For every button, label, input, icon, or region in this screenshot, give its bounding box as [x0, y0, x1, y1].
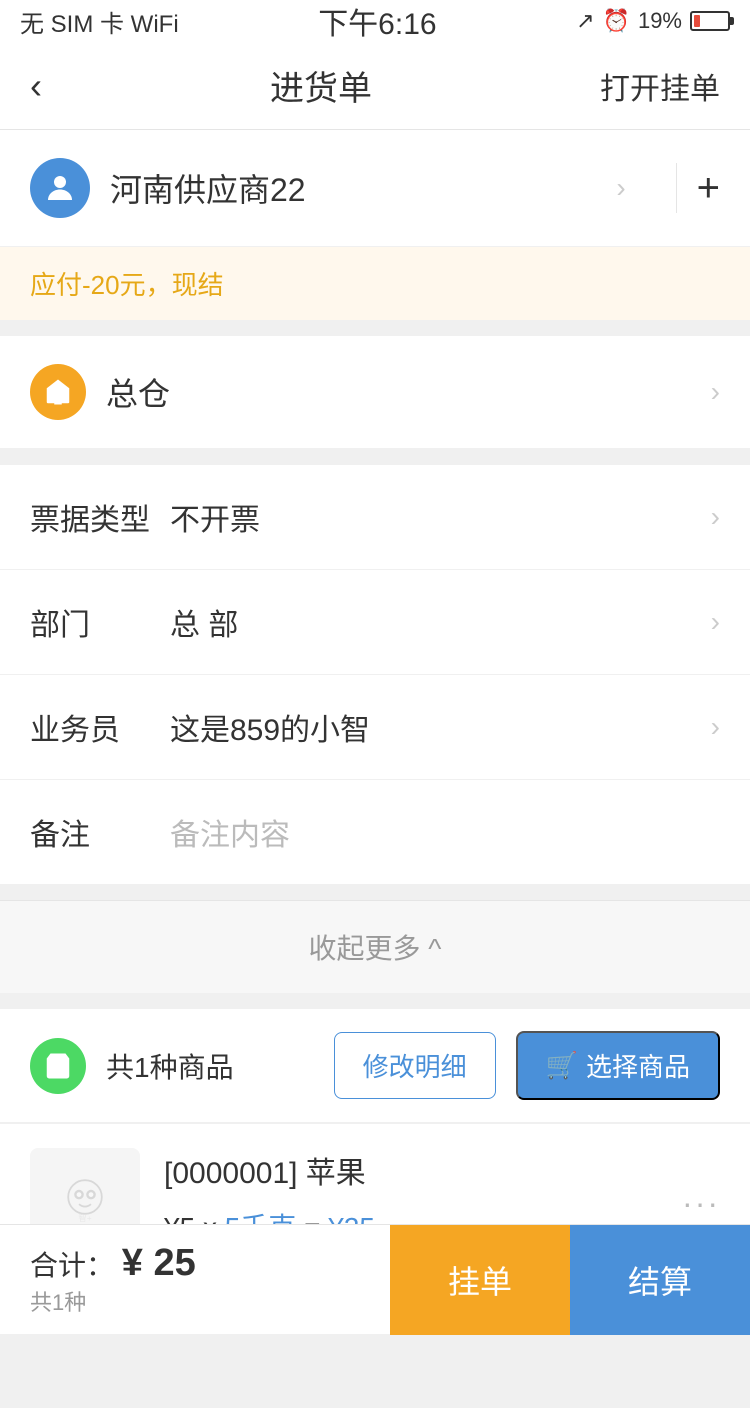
total-amount: ¥ 25: [122, 1242, 196, 1284]
invoice-label: 票据类型: [30, 495, 170, 539]
invoice-chevron-icon: ›: [711, 501, 720, 533]
remark-value[interactable]: 备注内容: [170, 810, 720, 854]
status-right: ↗ ⏰ 19%: [576, 8, 730, 34]
product-header: 共1种商品 修改明细 🛒 选择商品: [0, 1009, 750, 1122]
content: 河南供应商22 › + 应付-20元，现结 总仓 › 票据类型 不开票 › 部门…: [0, 130, 750, 1408]
invoice-value: 不开票: [170, 495, 711, 539]
total-label: 合计：: [30, 1250, 114, 1281]
bottom-bar: 合计： ¥ 25 共1种 挂单 结算: [0, 1224, 750, 1334]
supplier-notice: 应付-20元，现结: [0, 247, 750, 320]
warehouse-label: 总仓: [106, 369, 711, 415]
sales-value: 这是859的小智: [170, 705, 711, 749]
form-row-dept[interactable]: 部门 总 部 ›: [0, 570, 750, 675]
warehouse-row[interactable]: 总仓 ›: [0, 336, 750, 449]
status-bar: 无 SIM 卡 WiFi 下午6:16 ↗ ⏰ 19%: [0, 0, 750, 42]
form-row-invoice[interactable]: 票据类型 不开票 ›: [0, 465, 750, 570]
warehouse-chevron-icon: ›: [711, 376, 720, 408]
remark-label: 备注: [30, 810, 170, 854]
nav-bar: ‹ 进货单 打开挂单: [0, 42, 750, 130]
cart-icon: 🛒: [546, 1050, 578, 1081]
select-product-button[interactable]: 🛒 选择商品: [516, 1031, 720, 1100]
status-time: 下午6:16: [318, 0, 436, 43]
select-product-label: 选择商品: [586, 1047, 690, 1084]
form-row-sales[interactable]: 业务员 这是859的小智 ›: [0, 675, 750, 780]
status-left: 无 SIM 卡 WiFi: [20, 4, 179, 39]
add-supplier-button[interactable]: +: [697, 166, 720, 211]
divider: [676, 163, 677, 213]
supplier-card: 河南供应商22 › + 应付-20元，现结: [0, 130, 750, 320]
dept-chevron-icon: ›: [711, 606, 720, 638]
collapse-bar[interactable]: 收起更多 ^: [0, 900, 750, 993]
warehouse-icon: [30, 364, 86, 420]
back-button[interactable]: ‹: [30, 65, 42, 107]
dept-label: 部门: [30, 600, 170, 644]
sim-label: 无 SIM 卡 WiFi: [20, 4, 179, 39]
more-options-button[interactable]: ···: [682, 1185, 720, 1222]
product-count: 共1种商品: [106, 1046, 314, 1086]
edit-detail-button[interactable]: 修改明细: [334, 1032, 496, 1099]
svg-text:智+: 智+: [78, 1213, 91, 1223]
location-icon: ↗: [576, 8, 594, 34]
supplier-avatar: [30, 158, 90, 218]
total-section: 合计： ¥ 25 共1种: [0, 1242, 390, 1317]
total-count: 共1种: [30, 1285, 360, 1317]
page-title: 进货单: [270, 61, 372, 110]
alarm-icon: ⏰: [603, 8, 630, 34]
sales-label: 业务员: [30, 705, 170, 749]
hang-button[interactable]: 挂单: [390, 1225, 570, 1335]
settle-button[interactable]: 结算: [570, 1225, 750, 1335]
open-hang-button[interactable]: 打开挂单: [600, 64, 720, 108]
form-row-remark[interactable]: 备注 备注内容: [0, 780, 750, 884]
product-name: [0000001] 苹果: [164, 1148, 658, 1192]
sales-chevron-icon: ›: [711, 711, 720, 743]
supplier-chevron-icon: ›: [616, 172, 625, 204]
product-icon: [30, 1038, 86, 1094]
battery-icon: [690, 11, 730, 31]
form-card: 票据类型 不开票 › 部门 总 部 › 业务员 这是859的小智 › 备注 备注…: [0, 465, 750, 884]
supplier-name: 河南供应商22: [110, 165, 616, 211]
dept-value: 总 部: [170, 600, 711, 644]
supplier-row[interactable]: 河南供应商22 › +: [0, 130, 750, 247]
battery-label: 19%: [638, 8, 682, 34]
